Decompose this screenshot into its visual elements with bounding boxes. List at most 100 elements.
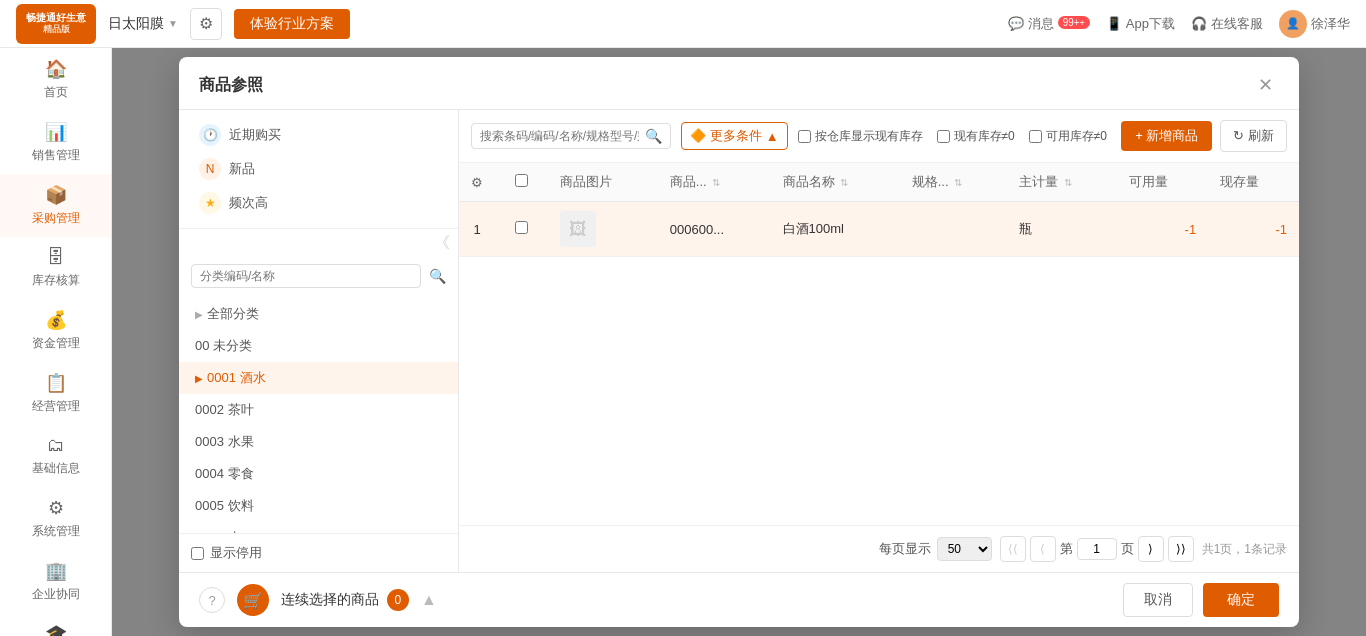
system-icon: ⚙ [48, 497, 64, 519]
message-icon: 💬 [1008, 16, 1024, 31]
cat-item-all[interactable]: ▶ 全部分类 [179, 298, 458, 330]
sidebar-item-enterprise[interactable]: 🏢 企业协同 [0, 550, 111, 613]
navbar: 畅捷通好生意 精品版 日太阳膜 ▼ ⚙ 体验行业方案 💬 消息 99++ 📱 A… [0, 0, 1366, 48]
th-stock: 现存量 [1208, 163, 1299, 202]
filter-checkboxes: 按仓库显示现有库存 现有库存≠0 可用库存≠0 [798, 128, 1108, 145]
row-checkbox[interactable] [515, 221, 528, 234]
stock-neq0-checkbox-label[interactable]: 现有库存≠0 [937, 128, 1015, 145]
help-icon-btn[interactable]: ? [199, 587, 225, 613]
sidebar-item-guide[interactable]: 🎓 新手引导 [0, 613, 111, 636]
unit-sort-icon: ⇅ [1064, 177, 1072, 188]
sidebar: 🏠 首页 📊 销售管理 📦 采购管理 🗄 库存核算 💰 资金管理 📋 经营管理 … [0, 48, 112, 636]
cat-item-0002[interactable]: 0002 茶叶 [179, 394, 458, 426]
product-image: 🖼 [560, 211, 596, 247]
cat-item-0001[interactable]: ▶ 0001 酒水 [179, 362, 458, 394]
table-row[interactable]: 1 🖼 000600... 白酒100ml [459, 202, 1299, 257]
code-sort-icon: ⇅ [712, 177, 720, 188]
cart-button[interactable]: 🛒 [237, 584, 269, 616]
page-input[interactable] [1077, 538, 1117, 560]
category-collapse-btn[interactable]: 《 [179, 229, 458, 258]
cat-item-0003[interactable]: 0003 水果 [179, 426, 458, 458]
modal-title: 商品参照 [199, 75, 263, 96]
th-available: 可用量 [1117, 163, 1208, 202]
warehouse-display-checkbox-label[interactable]: 按仓库显示现有库存 [798, 128, 923, 145]
sidebar-item-finance[interactable]: 💰 资金管理 [0, 299, 111, 362]
td-spec [900, 202, 1007, 257]
cat-item-0005[interactable]: 0005 饮料 [179, 490, 458, 522]
select-all-checkbox[interactable] [515, 174, 528, 187]
th-checkbox [495, 163, 548, 202]
modal-body: 🕐 近期购买 N 新品 ★ 频次高 [179, 110, 1299, 572]
first-page-btn[interactable]: ⟨⟨ [1000, 536, 1026, 562]
stock-neq0-checkbox[interactable] [937, 130, 950, 143]
quick-item-new[interactable]: N 新品 [191, 152, 446, 186]
td-available: -1 [1117, 202, 1208, 257]
product-search-box: 🔍 [471, 123, 671, 149]
cat-item-0004[interactable]: 0004 零食 [179, 458, 458, 490]
sidebar-label-sales: 销售管理 [32, 147, 80, 164]
available-neq0-checkbox[interactable] [1029, 130, 1042, 143]
sidebar-item-operations[interactable]: 📋 经营管理 [0, 362, 111, 425]
td-stock: -1 [1208, 202, 1299, 257]
add-product-button[interactable]: + 新增商品 [1121, 121, 1212, 151]
prev-page-btn[interactable]: ⟨ [1030, 536, 1056, 562]
sidebar-item-sales[interactable]: 📊 销售管理 [0, 111, 111, 174]
app-logo: 畅捷通好生意 精品版 [16, 4, 96, 44]
mobile-icon: 📱 [1106, 16, 1122, 31]
online-service-btn[interactable]: 🎧 在线客服 [1191, 15, 1263, 33]
refresh-button[interactable]: ↻ 刷新 [1220, 120, 1287, 152]
store-selector[interactable]: 日太阳膜 ▼ [108, 15, 178, 33]
inventory-icon: 🗄 [47, 247, 65, 268]
quick-item-frequent[interactable]: ★ 频次高 [191, 186, 446, 220]
pagination: 每页显示 50 20 100 ⟨⟨ ⟨ 第 [459, 525, 1299, 572]
new-icon: N [199, 158, 221, 180]
sidebar-item-system[interactable]: ⚙ 系统管理 [0, 487, 111, 550]
cat-label-00: 00 未分类 [195, 337, 252, 355]
user-profile[interactable]: 👤 徐泽华 [1279, 10, 1350, 38]
cat-item-0008[interactable]: 0008 水 [179, 522, 458, 533]
settings-gear-icon[interactable]: ⚙ [190, 8, 222, 40]
sidebar-item-inventory[interactable]: 🗄 库存核算 [0, 237, 111, 299]
navbar-right: 💬 消息 99++ 📱 App下载 🎧 在线客服 👤 徐泽华 [1008, 10, 1350, 38]
new-label: 新品 [229, 160, 255, 178]
th-gear: ⚙ [459, 163, 495, 202]
table-body: 1 🖼 000600... 白酒100ml [459, 202, 1299, 257]
operations-icon: 📋 [45, 372, 67, 394]
warehouse-display-label: 按仓库显示现有库存 [815, 128, 923, 145]
messages-btn[interactable]: 💬 消息 99++ [1008, 15, 1090, 33]
modal-close-button[interactable]: ✕ [1251, 71, 1279, 99]
cancel-button[interactable]: 取消 [1123, 583, 1193, 617]
available-neq0-checkbox-label[interactable]: 可用库存≠0 [1029, 128, 1107, 145]
sidebar-item-basicinfo[interactable]: 🗂 基础信息 [0, 425, 111, 487]
per-page-select[interactable]: 50 20 100 [937, 537, 992, 561]
trial-button[interactable]: 体验行业方案 [234, 9, 350, 39]
show-disabled-checkbox[interactable] [191, 547, 204, 560]
product-toolbar: 🔍 🔶 更多条件 ▲ 按仓库显示现有库存 [459, 110, 1299, 163]
product-search-input[interactable] [480, 129, 639, 143]
enterprise-icon: 🏢 [45, 560, 67, 582]
cat-item-00[interactable]: 00 未分类 [179, 330, 458, 362]
category-search-input[interactable] [191, 264, 421, 288]
quick-item-recent[interactable]: 🕐 近期购买 [191, 118, 446, 152]
avatar: 👤 [1279, 10, 1307, 38]
sidebar-item-home[interactable]: 🏠 首页 [0, 48, 111, 111]
footer-collapse-icon[interactable]: ▲ [421, 591, 437, 609]
quick-access-section: 🕐 近期购买 N 新品 ★ 频次高 [179, 110, 458, 229]
app-download-btn[interactable]: 📱 App下载 [1106, 15, 1175, 33]
modal-overlay: 商品参照 ✕ 🕐 近期购买 N [112, 48, 1366, 636]
th-unit: 主计量 ⇅ [1007, 163, 1117, 202]
confirm-button[interactable]: 确定 [1203, 583, 1279, 617]
show-disabled-label: 显示停用 [210, 544, 262, 562]
sales-icon: 📊 [45, 121, 67, 143]
show-disabled-row: 显示停用 [179, 533, 458, 572]
store-name: 日太阳膜 [108, 15, 164, 33]
product-search-icon[interactable]: 🔍 [645, 128, 662, 144]
selected-count-badge: 0 [387, 589, 409, 611]
sidebar-item-purchase[interactable]: 📦 采购管理 [0, 174, 111, 237]
category-search-icon[interactable]: 🔍 [429, 268, 446, 284]
sidebar-label-system: 系统管理 [32, 523, 80, 540]
last-page-btn[interactable]: ⟩⟩ [1168, 536, 1194, 562]
warehouse-display-checkbox[interactable] [798, 130, 811, 143]
next-page-btn[interactable]: ⟩ [1138, 536, 1164, 562]
filter-more-button[interactable]: 🔶 更多条件 ▲ [681, 122, 788, 150]
